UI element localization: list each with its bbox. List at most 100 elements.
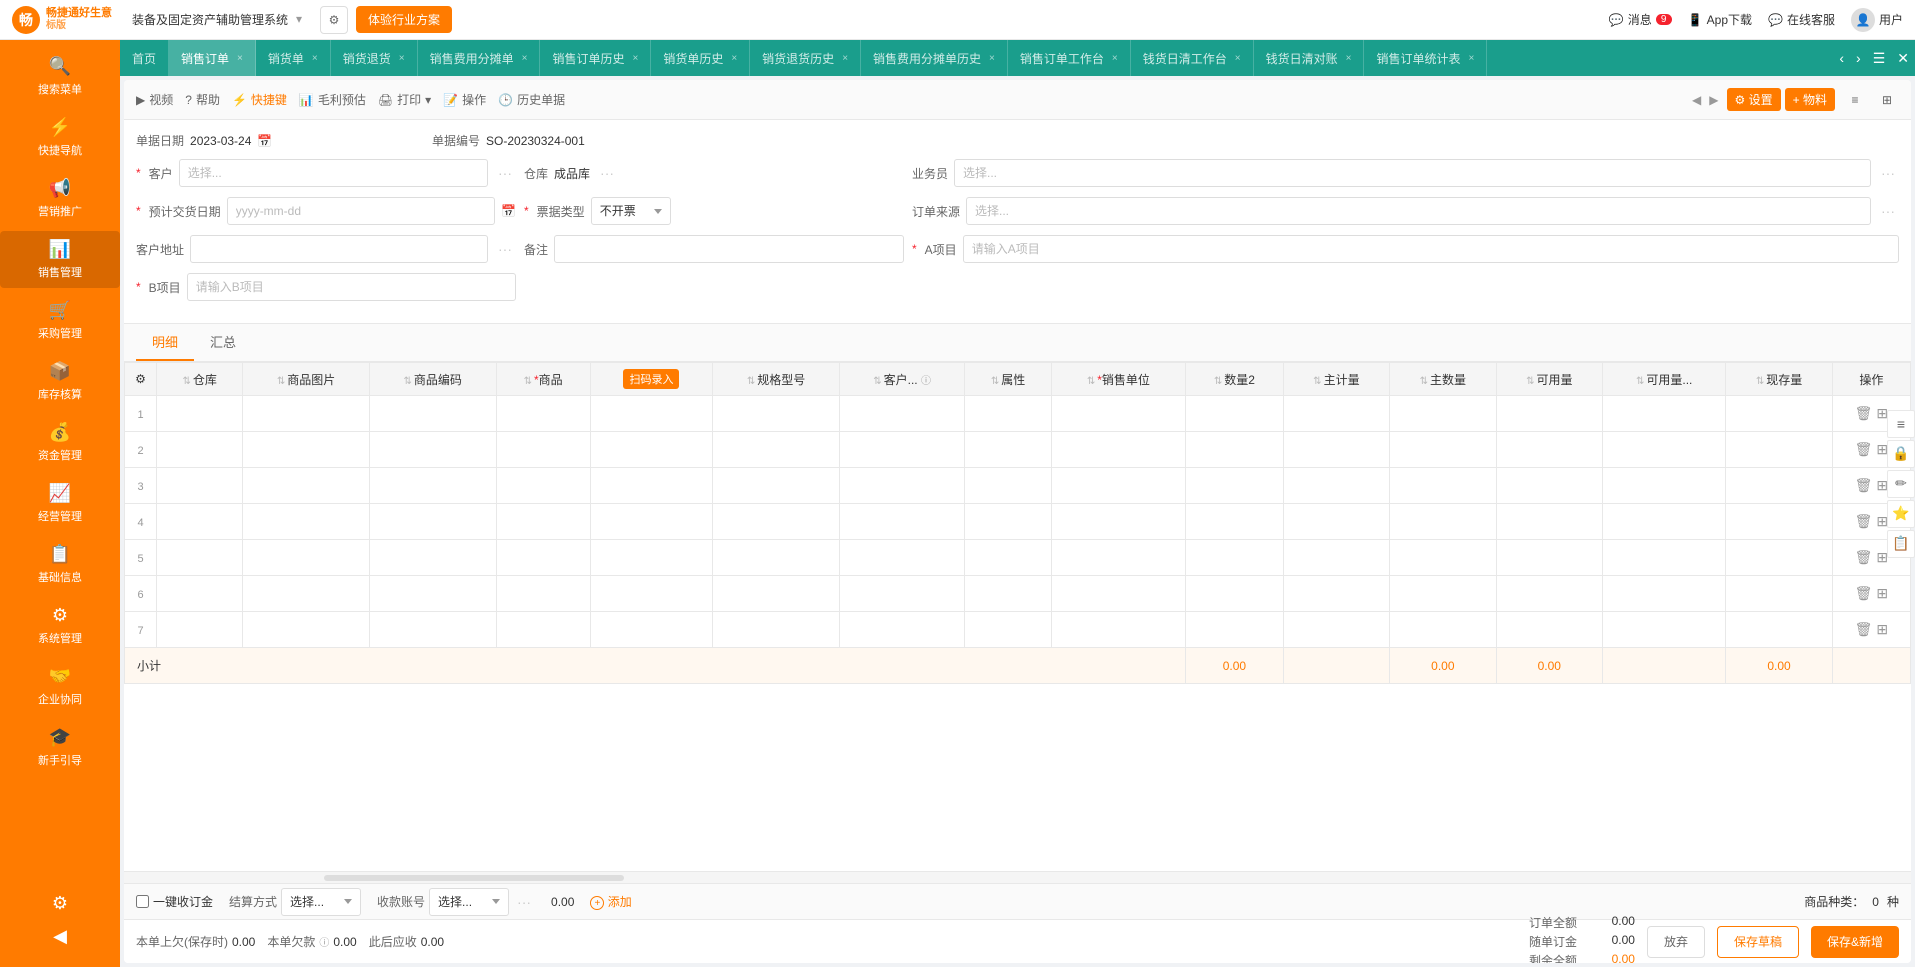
user-menu-button[interactable]: 👤 用户 (1851, 8, 1903, 32)
tab-close-icon[interactable]: × (1235, 53, 1241, 64)
settings-button[interactable]: ⚙ (320, 6, 348, 34)
warehouse-dots[interactable]: ··· (596, 165, 618, 181)
remark-input[interactable] (554, 235, 904, 263)
delivery-date-input[interactable] (227, 197, 495, 225)
save-draft-button[interactable]: 保存草稿 (1717, 926, 1799, 958)
tab-cash-workbench[interactable]: 钱货日清工作台 × (1131, 40, 1254, 76)
sidebar-item-operations[interactable]: 📈 经营管理 (0, 475, 120, 532)
delete-row-icon[interactable]: 🗑 (1855, 477, 1873, 494)
tab-sales-return[interactable]: 销货退货 × (331, 40, 418, 76)
sort-icon[interactable]: ⇅ (1214, 376, 1222, 387)
right-float-btn-3[interactable]: ✏ (1887, 470, 1915, 498)
sidebar-item-system[interactable]: ⚙ 系统管理 (0, 597, 120, 654)
sort-icon[interactable]: ⇅ (991, 376, 999, 387)
delivery-calendar-icon[interactable]: 📅 (501, 204, 516, 218)
sidebar-item-collab[interactable]: 🤝 企业协同 (0, 658, 120, 715)
sidebar-item-guide[interactable]: 🎓 新手引导 (0, 719, 120, 776)
toolbar-operation[interactable]: 📝 操作 (443, 91, 486, 108)
tab-close-icon[interactable]: × (989, 53, 995, 64)
tab-close-icon[interactable]: × (312, 53, 318, 64)
add-button[interactable]: + 添加 (590, 893, 631, 911)
sort-icon[interactable]: ⇅ (277, 376, 285, 387)
sort-icon[interactable]: ⇅ (182, 376, 190, 387)
tab-close-icon[interactable]: × (731, 53, 737, 64)
sidebar-item-search[interactable]: 🔍 搜索菜单 (0, 48, 120, 105)
debt-info-icon[interactable]: ⓘ (319, 934, 329, 949)
tab-prev-button[interactable]: ‹ (1833, 50, 1850, 66)
tab-close-icon[interactable]: × (1112, 53, 1118, 64)
sort-icon[interactable]: ⇅ (524, 376, 532, 387)
toolbar-help[interactable]: ? 帮助 (185, 91, 220, 108)
tab-invoice-history[interactable]: 销货单历史 × (651, 40, 750, 76)
sidebar-item-basics[interactable]: 📋 基础信息 (0, 536, 120, 593)
salesperson-input[interactable] (954, 159, 1871, 187)
col-info-icon[interactable]: ⓘ (921, 376, 931, 387)
sidebar-item-quicknav[interactable]: ⚡ 快捷导航 (0, 109, 120, 166)
address-dots[interactable]: ··· (494, 241, 516, 257)
delete-row-icon[interactable]: 🗑 (1855, 513, 1873, 530)
order-source-dots[interactable]: ··· (1877, 203, 1899, 219)
sort-icon[interactable]: ⇅ (1526, 376, 1534, 387)
tab-close-all-button[interactable]: ✕ (1891, 50, 1915, 67)
sort-icon[interactable]: ⇅ (404, 376, 412, 387)
b-project-input[interactable] (187, 273, 516, 301)
a-project-input[interactable] (963, 235, 1899, 263)
toolbar-list-view-btn[interactable]: ≡ (1843, 88, 1867, 112)
tab-cash-reconcile[interactable]: 钱货日清对账 × (1254, 40, 1365, 76)
tab-close-icon[interactable]: × (1468, 53, 1474, 64)
tab-close-icon[interactable]: × (842, 53, 848, 64)
tab-sales-order[interactable]: 销售订单 × (169, 40, 256, 76)
toolbar-shortcut[interactable]: ⚡ 快捷键 (232, 91, 287, 108)
print-dropdown-icon[interactable]: ▾ (425, 93, 431, 107)
col-settings[interactable]: ⚙ (125, 363, 157, 396)
tab-summary[interactable]: 汇总 (194, 324, 252, 361)
tab-menu-button[interactable]: ☰ (1867, 50, 1892, 67)
delete-row-icon[interactable]: 🗑 (1855, 441, 1873, 458)
tab-sales-fee[interactable]: 销售费用分摊单 × (418, 40, 541, 76)
scrollbar-area[interactable] (124, 871, 1911, 883)
order-source-input[interactable] (966, 197, 1871, 225)
sidebar-item-marketing[interactable]: 📢 营销推广 (0, 170, 120, 227)
sidebar-collapse-button[interactable]: ◀ (49, 922, 71, 951)
toolbar-nav-prev[interactable]: ◀ (1692, 93, 1701, 107)
industry-button[interactable]: 体验行业方案 (356, 6, 452, 33)
tab-close-icon[interactable]: × (632, 53, 638, 64)
copy-row-icon[interactable]: ⊞ (1876, 585, 1888, 602)
sidebar-settings-button[interactable]: ⚙ (48, 889, 72, 918)
delete-row-icon[interactable]: 🗑 (1855, 585, 1873, 602)
tab-next-button[interactable]: › (1850, 50, 1867, 66)
toolbar-view[interactable]: ▶ 视频 (136, 91, 173, 108)
settings-orange-btn[interactable]: ⚙ 设置 (1727, 88, 1781, 111)
sidebar-item-purchase[interactable]: 🛒 采购管理 (0, 292, 120, 349)
tab-sales-order-history[interactable]: 销售订单历史 × (540, 40, 651, 76)
toolbar-print[interactable]: 🖨 打印 ▾ (378, 91, 431, 108)
payment-checkbox-wrap[interactable]: 一键收订金 (136, 893, 213, 910)
right-float-btn-5[interactable]: 📋 (1887, 530, 1915, 558)
tab-close-icon[interactable]: × (237, 53, 243, 64)
toolbar-profit[interactable]: 📊 毛利预估 (299, 91, 366, 108)
tab-close-icon[interactable]: × (522, 53, 528, 64)
sort-icon[interactable]: ⇅ (1636, 376, 1644, 387)
save-new-button[interactable]: 保存&新增 (1811, 926, 1899, 958)
tab-sales-stats[interactable]: 销售订单统计表 × (1364, 40, 1487, 76)
account-select[interactable]: 选择... (429, 888, 509, 916)
online-support-button[interactable]: 💬 在线客服 (1768, 11, 1835, 28)
sidebar-item-inventory[interactable]: 📦 库存核算 (0, 353, 120, 410)
payment-checkbox[interactable] (136, 895, 149, 908)
scrollbar-track[interactable] (324, 875, 624, 881)
sort-icon[interactable]: ⇅ (1087, 376, 1095, 387)
customer-input[interactable] (179, 159, 488, 187)
salesperson-dots[interactable]: ··· (1877, 165, 1899, 181)
sort-icon[interactable]: ⇅ (1420, 376, 1428, 387)
system-dropdown-icon[interactable]: ▾ (296, 12, 312, 28)
calendar-icon[interactable]: 📅 (257, 134, 272, 148)
sidebar-item-sales[interactable]: 📊 销售管理 (0, 231, 120, 288)
sort-icon[interactable]: ⇅ (873, 376, 881, 387)
add-product-btn[interactable]: + 物料 (1785, 88, 1835, 111)
settlement-select[interactable]: 选择... (281, 888, 361, 916)
sort-icon[interactable]: ⇅ (1313, 376, 1321, 387)
copy-row-icon[interactable]: ⊞ (1876, 621, 1888, 638)
discard-button[interactable]: 放弃 (1647, 926, 1705, 958)
right-float-btn-4[interactable]: ⭐ (1887, 500, 1915, 528)
delete-row-icon[interactable]: 🗑 (1855, 405, 1873, 422)
